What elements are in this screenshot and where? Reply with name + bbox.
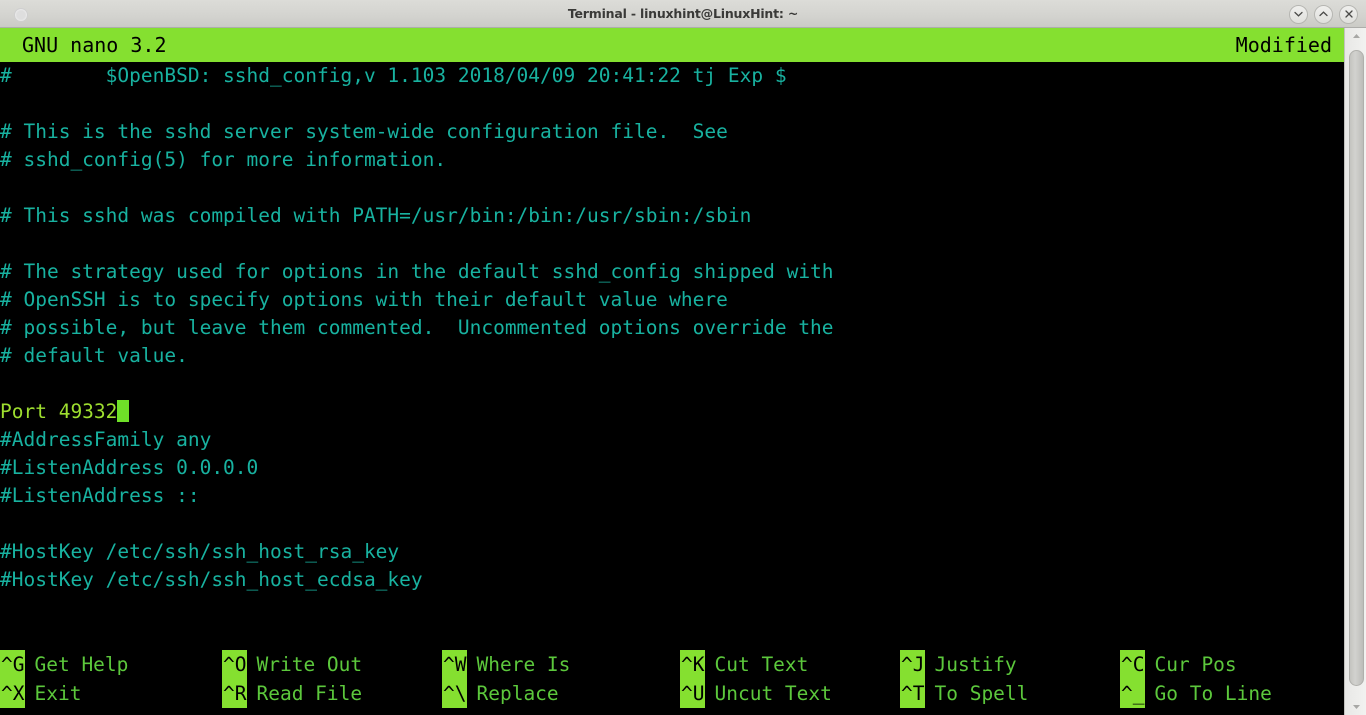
editor-line: # $OpenBSD: sshd_config,v 1.103 2018/04/… xyxy=(0,62,1344,90)
editor-line-text xyxy=(0,92,12,115)
shortcut-label: Where Is xyxy=(476,653,571,676)
scroll-up-arrow-icon[interactable] xyxy=(1345,28,1366,44)
editor-line-text: #AddressFamily any xyxy=(0,428,212,451)
editor-line-text: #HostKey /etc/ssh/ssh_host_rsa_key xyxy=(0,540,400,563)
shortcut-key: ^W xyxy=(442,650,468,679)
shortcut-label: Write Out xyxy=(256,653,363,676)
maximize-button[interactable] xyxy=(1314,4,1333,24)
shortcut-key: ^X xyxy=(0,679,26,708)
editor-line xyxy=(0,510,1344,538)
shortcut-label: Replace xyxy=(476,682,559,705)
editor-line-text: #HostKey /etc/ssh/ssh_host_ecdsa_key xyxy=(0,568,423,591)
shortcut-key: ^R xyxy=(222,679,248,708)
shortcut-to-spell[interactable]: ^T To Spell xyxy=(900,679,1028,708)
editor-line: # This is the sshd server system-wide co… xyxy=(0,118,1344,146)
editor-line-text xyxy=(0,512,12,535)
shortcut-label: Read File xyxy=(256,682,363,705)
editor-line-text: Port 49332 xyxy=(0,400,118,423)
shortcut-label: Justify xyxy=(934,653,1017,676)
shortcut-label: Get Help xyxy=(34,653,129,676)
editor-line-text: #ListenAddress :: xyxy=(0,484,200,507)
close-icon xyxy=(1344,10,1353,18)
editor-line-text: # default value. xyxy=(0,344,188,367)
scroll-down-arrow-icon[interactable] xyxy=(1345,699,1366,715)
minimize-button[interactable] xyxy=(1289,4,1308,24)
shortcut-key: ^U xyxy=(680,679,706,708)
editor-line: #AddressFamily any xyxy=(0,426,1344,454)
shortcut-uncut-text[interactable]: ^U Uncut Text xyxy=(680,679,832,708)
shortcut-key: ^O xyxy=(222,650,248,679)
nano-header-bar: GNU nano 3.2 /etc/ssh/sshd_config Modifi… xyxy=(0,28,1344,62)
editor-line-text: # possible, but leave them commented. Un… xyxy=(0,316,834,339)
shortcut-label: Cut Text xyxy=(714,653,809,676)
window-title: Terminal - linuxhint@LinuxHint: ~ xyxy=(567,6,799,21)
editor-line-text: # $OpenBSD: sshd_config,v 1.103 2018/04/… xyxy=(0,64,787,87)
shortcut-go-to-line[interactable]: ^_ Go To Line xyxy=(1120,679,1272,708)
shortcut-row-2: ^X Exit ^R Read File ^\ Replace ^U Uncut Text ^T… xyxy=(0,679,1344,708)
shortcut-cur-pos[interactable]: ^C Cur Pos xyxy=(1120,650,1237,679)
editor-line: #HostKey /etc/ssh/ssh_host_rsa_key xyxy=(0,538,1344,566)
shortcut-key: ^T xyxy=(900,679,926,708)
editor-line-text: # sshd_config(5) for more information. xyxy=(0,148,447,171)
shortcut-label: Exit xyxy=(34,682,82,705)
editor-line xyxy=(0,370,1344,398)
editor-line-text: # This sshd was compiled with PATH=/usr/… xyxy=(0,204,752,227)
editor-line xyxy=(0,90,1344,118)
editor-line xyxy=(0,230,1344,258)
shortcut-label: Go To Line xyxy=(1154,682,1272,705)
shortcut-key: ^K xyxy=(680,650,706,679)
editor-line: # sshd_config(5) for more information. xyxy=(0,146,1344,174)
editor-line: # This sshd was compiled with PATH=/usr/… xyxy=(0,202,1344,230)
terminal-window: Terminal - linuxhint@LinuxHint: ~ GNU na… xyxy=(0,0,1366,715)
text-cursor xyxy=(117,400,130,422)
vertical-scrollbar[interactable] xyxy=(1344,28,1366,715)
shortcut-justify[interactable]: ^J Justify xyxy=(900,650,1017,679)
editor-line-text: #ListenAddress 0.0.0.0 xyxy=(0,456,259,479)
close-button[interactable] xyxy=(1339,4,1358,24)
editor-line: #HostKey /etc/ssh/ssh_host_ecdsa_key xyxy=(0,566,1344,594)
shortcut-key: ^\ xyxy=(442,679,468,708)
shortcut-get-help[interactable]: ^G Get Help xyxy=(0,650,128,679)
shortcut-key: ^J xyxy=(900,650,926,679)
editor-line-text: # OpenSSH is to specify options with the… xyxy=(0,288,728,311)
shortcut-label: Uncut Text xyxy=(714,682,832,705)
shortcut-label: Cur Pos xyxy=(1154,653,1237,676)
nano-version-label: GNU nano 3.2 xyxy=(22,33,167,57)
nano-text-area[interactable]: # $OpenBSD: sshd_config,v 1.103 2018/04/… xyxy=(0,62,1344,645)
shortcut-replace[interactable]: ^\ Replace xyxy=(442,679,559,708)
shortcut-read-file[interactable]: ^R Read File xyxy=(222,679,362,708)
chevron-down-icon xyxy=(1294,11,1303,17)
editor-line: # default value. xyxy=(0,342,1344,370)
shortcut-exit[interactable]: ^X Exit xyxy=(0,679,81,708)
editor-line-text xyxy=(0,372,12,395)
editor-line-text: # The strategy used for options in the d… xyxy=(0,260,834,283)
nano-shortcut-bar: ^G Get Help ^O Write Out ^W Where Is ^K Cut Tex… xyxy=(0,645,1344,715)
editor-line: Port 49332 xyxy=(0,398,1344,426)
shortcut-key: ^G xyxy=(0,650,26,679)
nano-modified-status: Modified xyxy=(1235,33,1332,57)
editor-line-text: # This is the sshd server system-wide co… xyxy=(0,120,728,143)
editor-line: # The strategy used for options in the d… xyxy=(0,258,1344,286)
shortcut-write-out[interactable]: ^O Write Out xyxy=(222,650,362,679)
editor-line xyxy=(0,174,1344,202)
editor-line-text xyxy=(0,176,12,199)
shortcut-cut-text[interactable]: ^K Cut Text xyxy=(680,650,808,679)
editor-line-text xyxy=(0,232,12,255)
editor-line: # OpenSSH is to specify options with the… xyxy=(0,286,1344,314)
window-titlebar: Terminal - linuxhint@LinuxHint: ~ xyxy=(0,0,1366,28)
scrollbar-thumb[interactable] xyxy=(1349,50,1364,686)
chevron-up-icon xyxy=(1319,11,1328,17)
shortcut-key: ^_ xyxy=(1120,679,1146,708)
shortcut-label: To Spell xyxy=(934,682,1029,705)
window-controls xyxy=(1289,0,1358,28)
editor-line: #ListenAddress :: xyxy=(0,482,1344,510)
shortcut-key: ^C xyxy=(1120,650,1146,679)
shortcut-row-1: ^G Get Help ^O Write Out ^W Where Is ^K Cut Tex… xyxy=(0,650,1344,679)
shortcut-where-is[interactable]: ^W Where Is xyxy=(442,650,570,679)
editor-line: # possible, but leave them commented. Un… xyxy=(0,314,1344,342)
editor-line: #ListenAddress 0.0.0.0 xyxy=(0,454,1344,482)
